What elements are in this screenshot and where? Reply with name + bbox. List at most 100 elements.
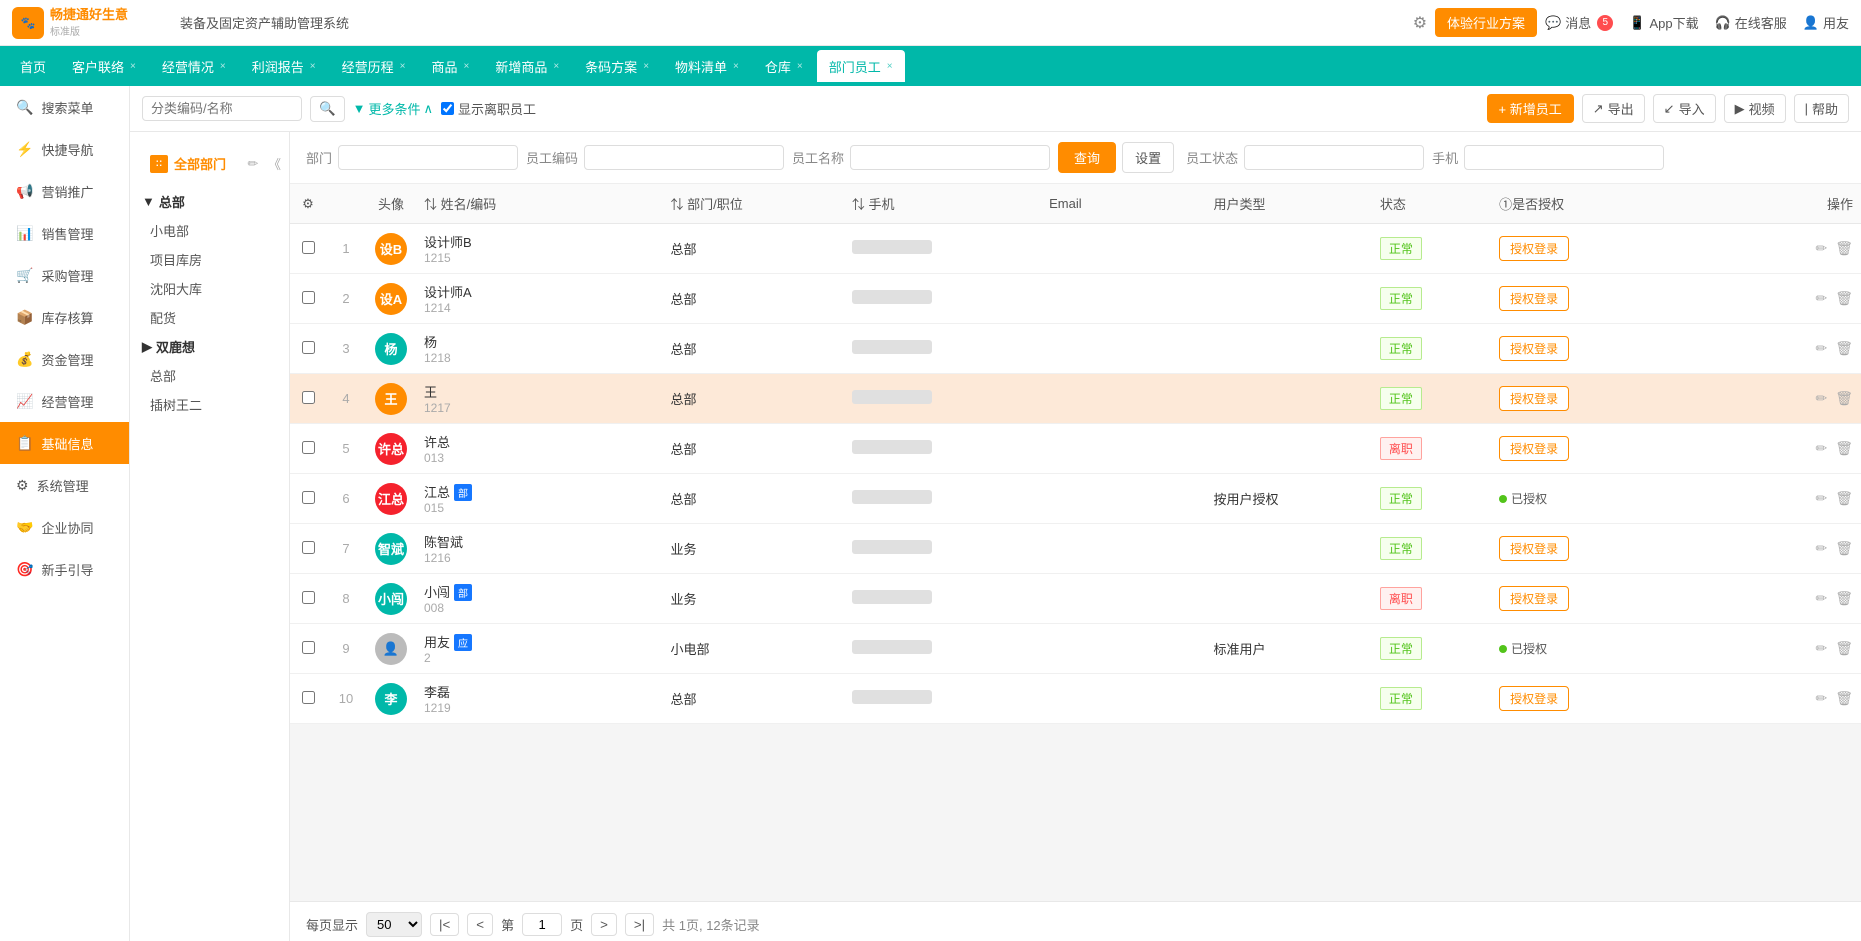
- delete-icon[interactable]: 🗑: [1835, 540, 1853, 557]
- auth-login-btn[interactable]: 授权登录: [1499, 386, 1569, 411]
- close-icon[interactable]: ×: [400, 61, 406, 72]
- tab-home[interactable]: 首页: [8, 50, 58, 82]
- row-checkbox[interactable]: [302, 591, 315, 604]
- tab-goods[interactable]: 商品 ×: [419, 50, 481, 82]
- all-dept-label[interactable]: :: 全部部门: [138, 148, 238, 179]
- edit-dept-icon[interactable]: ✏: [248, 156, 259, 172]
- query-button[interactable]: 查询: [1058, 142, 1116, 173]
- add-employee-button[interactable]: + 新增员工: [1487, 94, 1574, 123]
- auth-login-btn[interactable]: 授权登录: [1499, 586, 1569, 611]
- search-button[interactable]: 🔍: [310, 96, 345, 122]
- close-icon[interactable]: ×: [220, 61, 226, 72]
- edit-icon[interactable]: ✏: [1815, 640, 1827, 657]
- sidebar-item-purchase[interactable]: 🛒 采购管理: [0, 254, 129, 296]
- collapse-dept-icon[interactable]: 《: [268, 154, 281, 173]
- row-checkbox[interactable]: [302, 641, 315, 654]
- tab-history[interactable]: 经营历程 ×: [330, 50, 418, 82]
- delete-icon[interactable]: 🗑: [1835, 390, 1853, 407]
- cell-checkbox[interactable]: [290, 624, 326, 674]
- tab-customer[interactable]: 客户联络 ×: [60, 50, 148, 82]
- tab-warehouse[interactable]: 仓库 ×: [753, 50, 815, 82]
- cell-checkbox[interactable]: [290, 574, 326, 624]
- cell-checkbox[interactable]: [290, 324, 326, 374]
- delete-icon[interactable]: 🗑: [1835, 590, 1853, 607]
- messages-btn[interactable]: 💬 消息 5: [1545, 13, 1613, 32]
- delete-icon[interactable]: 🗑: [1835, 690, 1853, 707]
- row-checkbox[interactable]: [302, 391, 315, 404]
- delete-icon[interactable]: 🗑: [1835, 240, 1853, 257]
- user-btn[interactable]: 👤 用友: [1803, 13, 1849, 32]
- more-filter-button[interactable]: ▼ 更多条件 ∧: [353, 99, 433, 118]
- close-icon[interactable]: ×: [797, 61, 803, 72]
- tab-bom[interactable]: 物料清单 ×: [663, 50, 751, 82]
- edit-icon[interactable]: ✏: [1815, 490, 1827, 507]
- close-icon[interactable]: ×: [887, 61, 893, 72]
- cell-checkbox[interactable]: [290, 374, 326, 424]
- sidebar-item-basics[interactable]: 📋 基础信息: [0, 422, 129, 464]
- dept-node-project-warehouse[interactable]: 项目库房: [130, 245, 289, 274]
- dept-node-distribution[interactable]: 配货: [130, 303, 289, 332]
- auth-login-btn[interactable]: 授权登录: [1499, 236, 1569, 261]
- cell-checkbox[interactable]: [290, 424, 326, 474]
- sidebar-item-inventory[interactable]: 📦 库存核算: [0, 296, 129, 338]
- col-settings[interactable]: ⚙: [290, 184, 326, 224]
- sidebar-item-sales[interactable]: 📊 销售管理: [0, 212, 129, 254]
- edit-icon[interactable]: ✏: [1815, 290, 1827, 307]
- sidebar-item-guide[interactable]: 🎯 新手引导: [0, 548, 129, 590]
- category-search-input[interactable]: [142, 96, 302, 121]
- delete-icon[interactable]: 🗑: [1835, 490, 1853, 507]
- edit-icon[interactable]: ✏: [1815, 540, 1827, 557]
- edit-icon[interactable]: ✏: [1815, 390, 1827, 407]
- page-input[interactable]: [522, 913, 562, 936]
- help-button[interactable]: | 帮助: [1794, 94, 1849, 123]
- dept-group-general[interactable]: ▼ 总部: [130, 187, 289, 216]
- auth-login-btn[interactable]: 授权登录: [1499, 536, 1569, 561]
- cell-checkbox[interactable]: [290, 474, 326, 524]
- sidebar-item-collab[interactable]: 🤝 企业协同: [0, 506, 129, 548]
- row-checkbox[interactable]: [302, 241, 315, 254]
- sidebar-item-nav[interactable]: ⚡ 快捷导航: [0, 128, 129, 170]
- online-service-btn[interactable]: 🎧 在线客服: [1715, 13, 1787, 32]
- tab-business[interactable]: 经营情况 ×: [150, 50, 238, 82]
- sidebar-item-search[interactable]: 🔍 搜索菜单: [0, 86, 129, 128]
- first-page-btn[interactable]: |<: [430, 913, 459, 936]
- close-icon[interactable]: ×: [130, 61, 136, 72]
- delete-icon[interactable]: 🗑: [1835, 290, 1853, 307]
- next-page-btn[interactable]: >: [591, 913, 617, 936]
- edit-icon[interactable]: ✏: [1815, 240, 1827, 257]
- dept-group-shuanglu[interactable]: ▶ 双鹿想: [130, 332, 289, 361]
- delete-icon[interactable]: 🗑: [1835, 340, 1853, 357]
- row-checkbox[interactable]: [302, 341, 315, 354]
- name-filter-input[interactable]: [850, 145, 1050, 170]
- import-button[interactable]: ↙ 导入: [1653, 94, 1716, 123]
- auth-login-btn[interactable]: 授权登录: [1499, 436, 1569, 461]
- cell-checkbox[interactable]: [290, 674, 326, 724]
- show-resigned-checkbox[interactable]: [441, 102, 454, 115]
- auth-login-btn[interactable]: 授权登录: [1499, 686, 1569, 711]
- close-icon[interactable]: ×: [553, 61, 559, 72]
- edit-icon[interactable]: ✏: [1815, 440, 1827, 457]
- dept-node-small-elec[interactable]: 小电部: [130, 216, 289, 245]
- sidebar-item-operations[interactable]: 📈 经营管理: [0, 380, 129, 422]
- last-page-btn[interactable]: >|: [625, 913, 654, 936]
- prev-page-btn[interactable]: <: [467, 913, 493, 936]
- row-checkbox[interactable]: [302, 491, 315, 504]
- app-download-btn[interactable]: 📱 App下载: [1629, 13, 1698, 32]
- tab-profit[interactable]: 利润报告 ×: [240, 50, 328, 82]
- video-button[interactable]: ▶ 视频: [1724, 94, 1786, 123]
- export-button[interactable]: ↗ 导出: [1582, 94, 1645, 123]
- dept-node-shenyang[interactable]: 沈阳大库: [130, 274, 289, 303]
- sidebar-item-finance[interactable]: 💰 资金管理: [0, 338, 129, 380]
- delete-icon[interactable]: 🗑: [1835, 440, 1853, 457]
- setting-button[interactable]: 设置: [1122, 142, 1174, 173]
- edit-icon[interactable]: ✏: [1815, 340, 1827, 357]
- show-resigned-checkbox-label[interactable]: 显示离职员工: [441, 99, 536, 118]
- edit-icon[interactable]: ✏: [1815, 690, 1827, 707]
- auth-login-btn[interactable]: 授权登录: [1499, 336, 1569, 361]
- row-checkbox[interactable]: [302, 541, 315, 554]
- phone-filter-input[interactable]: [1464, 145, 1664, 170]
- row-checkbox[interactable]: [302, 691, 315, 704]
- col-name[interactable]: ⇅ 姓名/编码: [416, 184, 663, 224]
- close-icon[interactable]: ×: [643, 61, 649, 72]
- gear-icon[interactable]: ⚙: [1413, 13, 1427, 33]
